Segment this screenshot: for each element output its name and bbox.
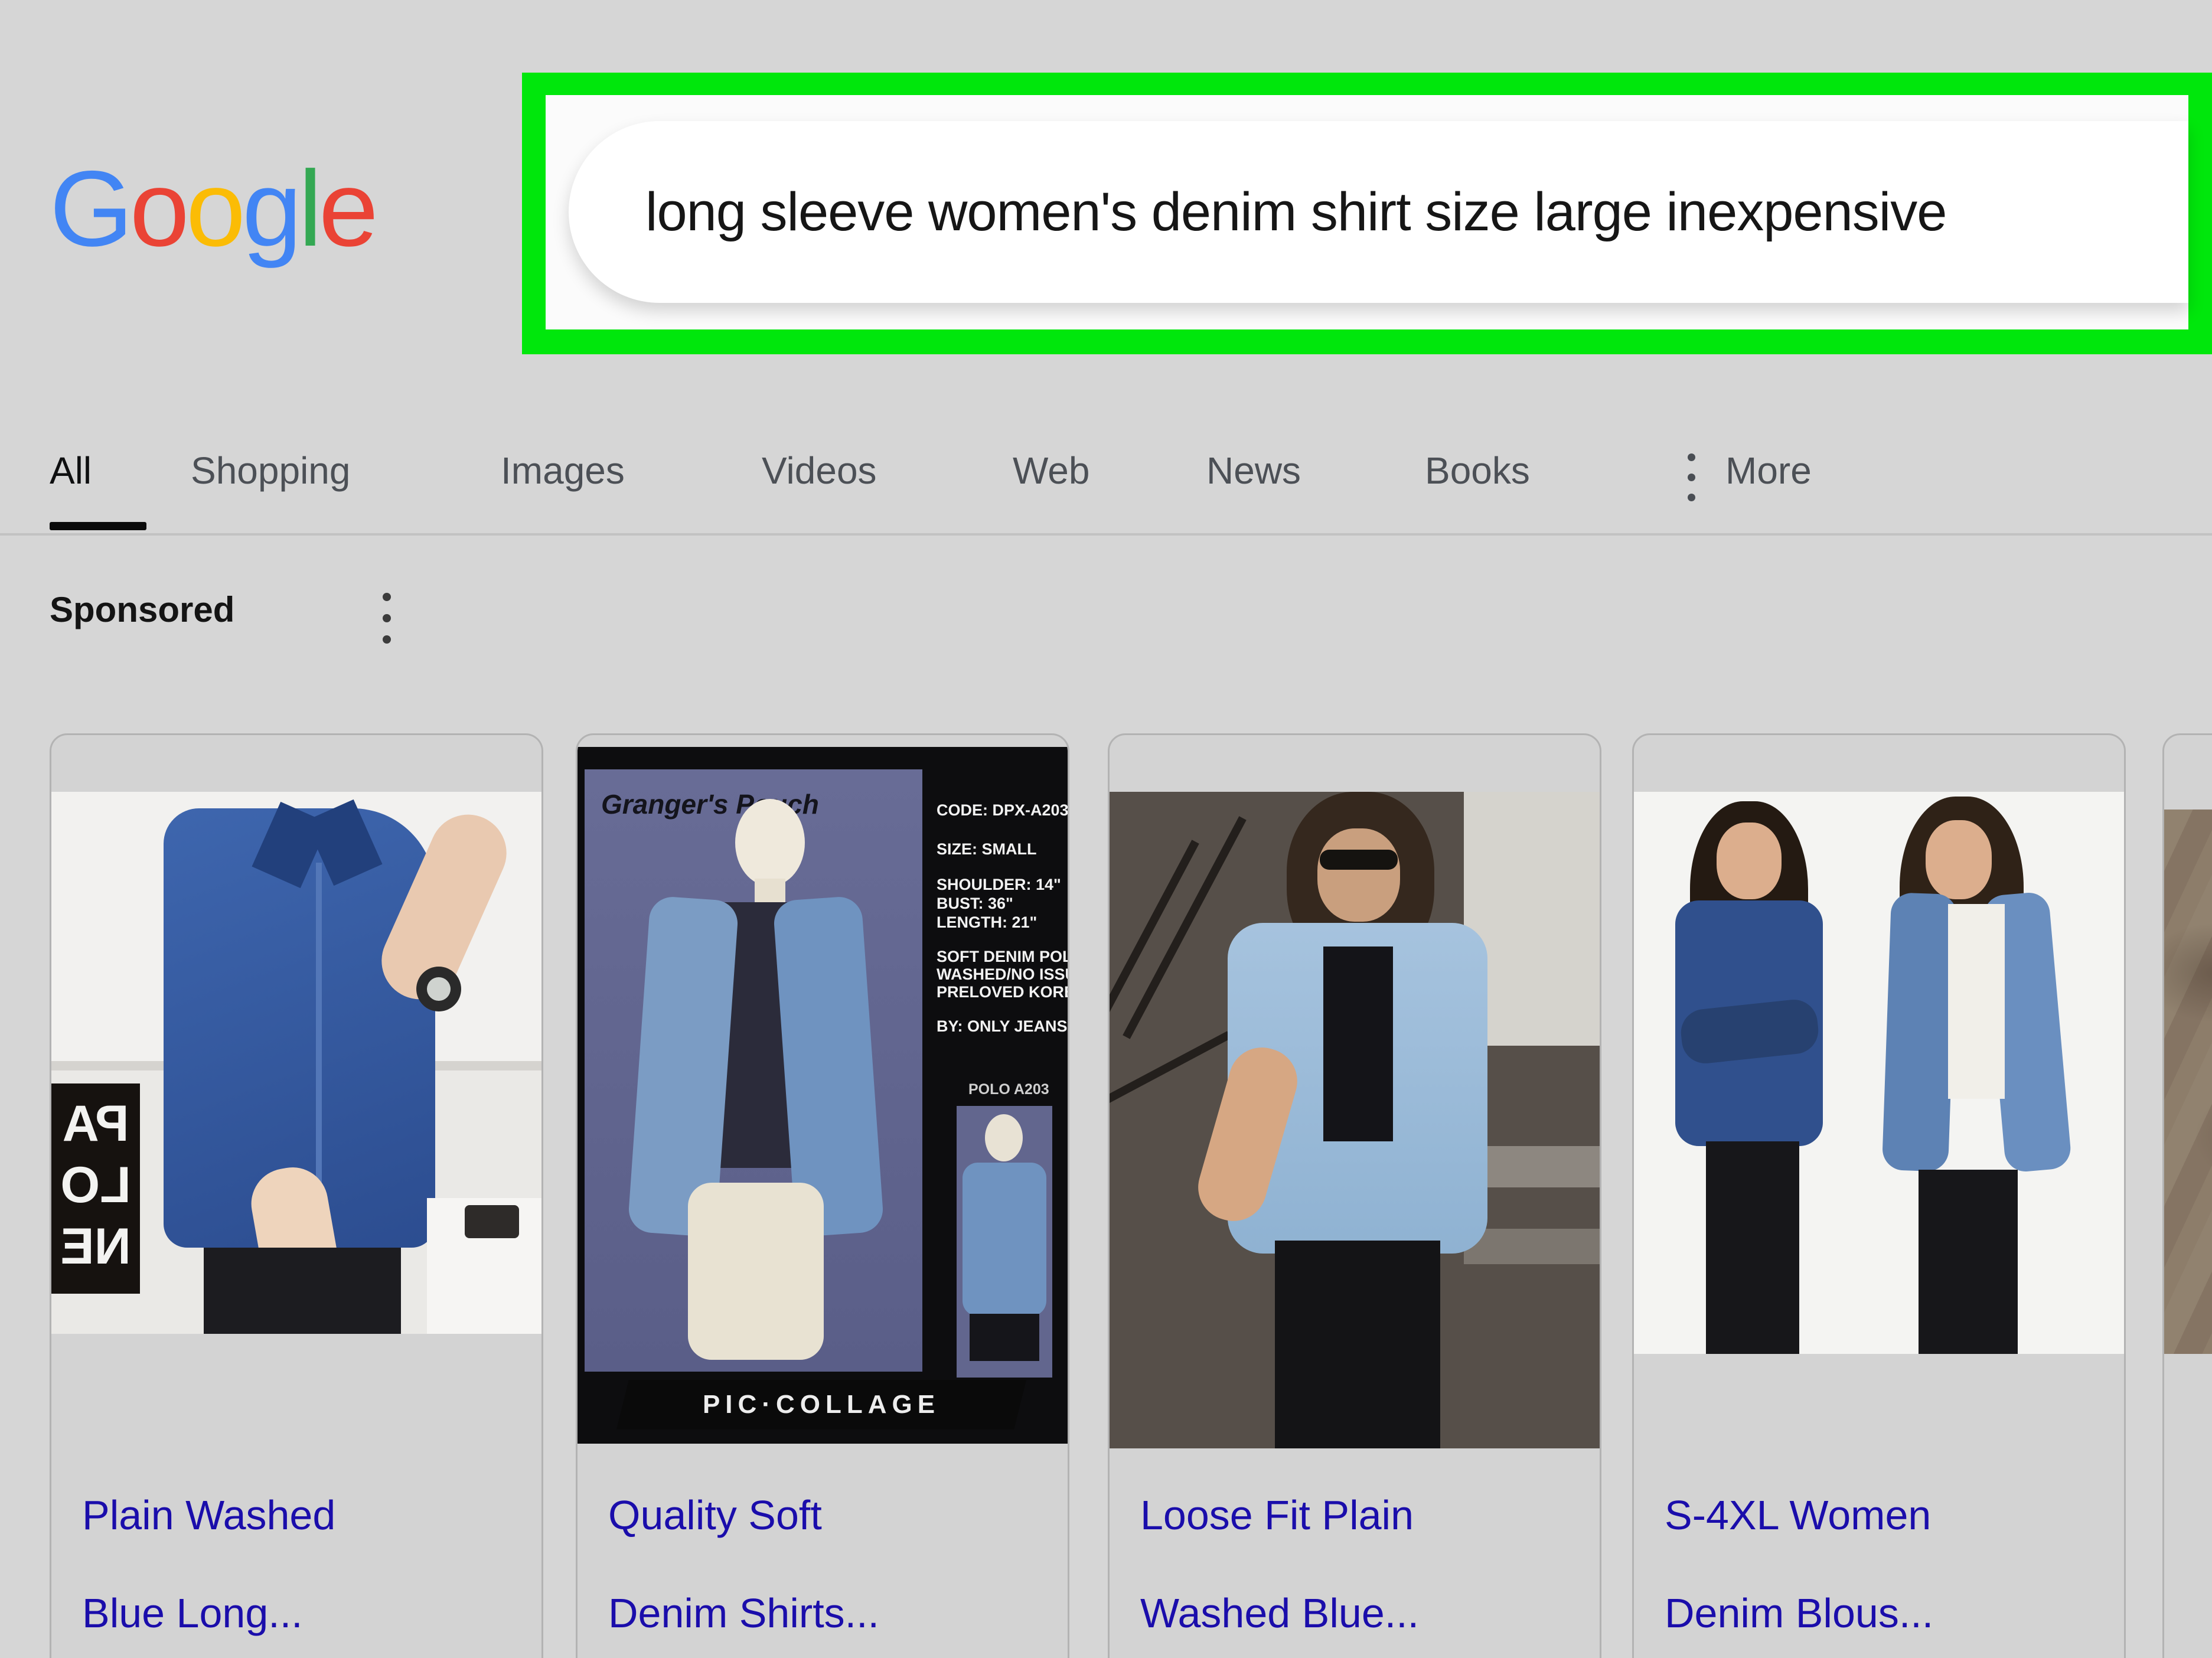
ad-title-line[interactable]: Quality Soft — [608, 1466, 879, 1564]
product-image[interactable]: Granger's Pouch CODE: DPX-A203 SIZE: SMA… — [578, 747, 1068, 1444]
photo-spec-text: WASHED/NO ISSUE — [937, 965, 1066, 984]
pic-collage-watermark: PIC·COLLAGE — [616, 1380, 1026, 1429]
ad-title[interactable]: S-4XL Women Denim Blous... — [1665, 1466, 1933, 1658]
ad-title-line[interactable]: Denim Blous... — [1665, 1564, 1933, 1658]
pants-shape — [1275, 1241, 1440, 1448]
logo-letter: G — [50, 155, 130, 262]
tab-all[interactable]: All — [50, 449, 92, 492]
white-top-shape — [1948, 904, 2005, 1099]
ad-card[interactable]: PA LO NE Plain Washed Blue Long... — [50, 733, 543, 1658]
search-area: long sleeve women's denim shirt size lar… — [546, 95, 2188, 329]
search-input[interactable]: long sleeve women's denim shirt size lar… — [569, 121, 2188, 303]
photo-spec-text: CODE: DPX-A203 — [937, 801, 1066, 820]
pants-shape — [1706, 1141, 1799, 1354]
sunglasses-shape — [1320, 850, 1398, 870]
photo-sku-text: POLO A203 — [968, 1081, 1049, 1098]
ad-card[interactable]: S-4XL Women Denim Blous... — [1632, 733, 2126, 1658]
logo-letter: e — [319, 155, 375, 262]
tab-books[interactable]: Books — [1425, 449, 1530, 492]
google-search-results-page: Google long sleeve women's denim shirt s… — [0, 0, 2212, 1658]
sponsored-label: Sponsored — [50, 589, 234, 630]
ad-title-line[interactable]: Washed Blue... — [1140, 1564, 1419, 1658]
photo-spec-text: LENGTH: 21" — [937, 913, 1066, 932]
ad-title-line[interactable]: Plain Washed — [82, 1466, 335, 1564]
logo-letter: o — [186, 155, 242, 262]
denim-shirt-shape — [1882, 892, 1957, 1172]
tab-news[interactable]: News — [1206, 449, 1301, 492]
ad-card[interactable] — [2162, 733, 2212, 1658]
denim-shirt-back-shape — [963, 1163, 1046, 1316]
ad-title[interactable]: Plain Washed Blue Long... — [82, 1466, 335, 1658]
mannequin-hip-shape — [688, 1183, 824, 1360]
photo-spec-text: SHOULDER: 14" — [937, 876, 1066, 894]
highlight-frame: long sleeve women's denim shirt size lar… — [522, 73, 2212, 354]
ad-card[interactable]: Granger's Pouch CODE: DPX-A203 SIZE: SMA… — [576, 733, 1069, 1658]
photo-spec-text: BUST: 36" — [937, 895, 1066, 913]
sign-line: NE — [51, 1216, 140, 1277]
tab-shopping[interactable]: Shopping — [191, 449, 350, 492]
logo-letter: l — [298, 155, 318, 262]
product-image[interactable] — [1110, 792, 1600, 1448]
mannequin-head-shape — [985, 1114, 1023, 1161]
ad-title-line[interactable]: Loose Fit Plain — [1140, 1466, 1419, 1564]
tabs-divider — [0, 533, 2212, 536]
photo-sign: PA LO NE — [51, 1083, 140, 1294]
ad-card[interactable]: Loose Fit Plain Washed Blue... — [1108, 733, 1601, 1658]
mannequin-head-shape — [735, 799, 805, 886]
camera-shape — [465, 1205, 519, 1238]
face-shape — [1717, 823, 1782, 899]
logo-letter: o — [130, 155, 186, 262]
back-view-inset — [957, 1106, 1052, 1378]
pants-shape — [1919, 1170, 2018, 1354]
search-query-text: long sleeve women's denim shirt size lar… — [645, 121, 1946, 303]
shirt-placket — [316, 863, 322, 1229]
photo-spec-text: BY: ONLY JEANS — [937, 1017, 1066, 1036]
logo-letter: g — [242, 155, 298, 262]
shorts-shape — [970, 1314, 1039, 1361]
tab-images[interactable]: Images — [501, 449, 625, 492]
ad-title[interactable]: Quality Soft Denim Shirts... — [608, 1466, 879, 1658]
sponsored-menu-icon[interactable] — [383, 593, 391, 652]
photo-background: Granger's Pouch — [585, 769, 922, 1372]
pants-shape — [204, 1248, 401, 1334]
more-options-icon[interactable] — [1688, 453, 1695, 510]
active-tab-underline — [50, 522, 146, 530]
face-shape — [1926, 820, 1992, 899]
ad-title-line[interactable]: S-4XL Women — [1665, 1466, 1933, 1564]
sign-line: LO — [51, 1154, 140, 1216]
sign-line: PA — [51, 1093, 140, 1154]
photo-spec-text: SOFT DENIM POLO — [937, 948, 1066, 966]
product-image[interactable] — [1634, 792, 2124, 1354]
cami-shape — [1323, 947, 1393, 1141]
wristwatch-shape — [416, 967, 461, 1011]
tab-more[interactable]: More — [1725, 449, 1812, 492]
product-image[interactable]: PA LO NE — [51, 792, 541, 1334]
ad-title-line[interactable]: Denim Shirts... — [608, 1564, 879, 1658]
face-shape — [1317, 828, 1400, 922]
step-shape — [1464, 1229, 1600, 1264]
ad-title-line[interactable]: Blue Long... — [82, 1564, 335, 1658]
tab-web[interactable]: Web — [1013, 449, 1089, 492]
ad-title[interactable]: Loose Fit Plain Washed Blue... — [1140, 1466, 1419, 1658]
photo-spec-text: PRELOVED KOREA — [937, 983, 1066, 1001]
tab-videos[interactable]: Videos — [762, 449, 877, 492]
product-image[interactable] — [2164, 810, 2212, 1354]
photo-spec-text: SIZE: SMALL — [937, 840, 1066, 859]
google-logo[interactable]: Google — [50, 155, 375, 262]
